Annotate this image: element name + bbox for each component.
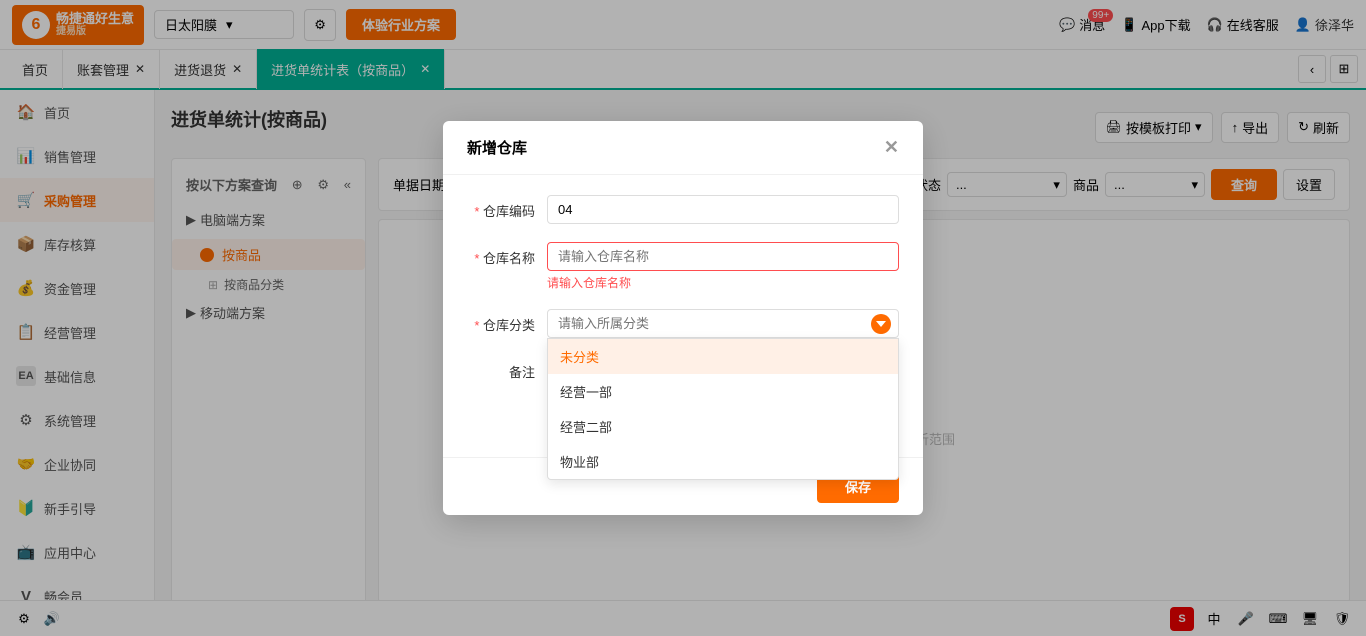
dialog-close-button[interactable]: ✕ [884,137,899,158]
dropdown-item-1[interactable]: 经营一部 [548,374,898,409]
warehouse-category-row: 仓库分类 未分类 经营一部 经营二部 物业部 [467,309,899,338]
dropdown-item-2[interactable]: 经营二部 [548,409,898,444]
warehouse-code-row: 仓库编码 [467,195,899,224]
warehouse-code-input[interactable] [547,195,899,224]
warehouse-name-error: 请输入仓库名称 [547,274,899,291]
dropdown-item-0[interactable]: 未分类 [548,339,898,374]
warehouse-name-input[interactable] [547,242,899,271]
warehouse-code-wrap [547,195,899,224]
warehouse-category-label: 仓库分类 [467,309,547,334]
warehouse-category-input[interactable] [547,309,899,338]
dialog-title: 新增仓库 [467,137,527,158]
warehouse-code-label: 仓库编码 [467,195,547,220]
category-dropdown: 未分类 经营一部 经营二部 物业部 [547,338,899,480]
warehouse-name-wrap: 请输入仓库名称 [547,242,899,291]
category-toggle-button[interactable] [871,314,891,334]
dialog-header: 新增仓库 ✕ [443,121,923,175]
dialog-body: 仓库编码 仓库名称 请输入仓库名称 仓库分类 未分类 [443,175,923,457]
dropdown-item-3[interactable]: 物业部 [548,444,898,479]
remark-label: 备注 [467,356,547,381]
warehouse-name-label: 仓库名称 [467,242,547,267]
warehouse-name-row: 仓库名称 请输入仓库名称 [467,242,899,291]
add-warehouse-dialog: 新增仓库 ✕ 仓库编码 仓库名称 请输入仓库名称 仓库分类 [443,121,923,515]
warehouse-category-wrap: 未分类 经营一部 经营二部 物业部 [547,309,899,338]
